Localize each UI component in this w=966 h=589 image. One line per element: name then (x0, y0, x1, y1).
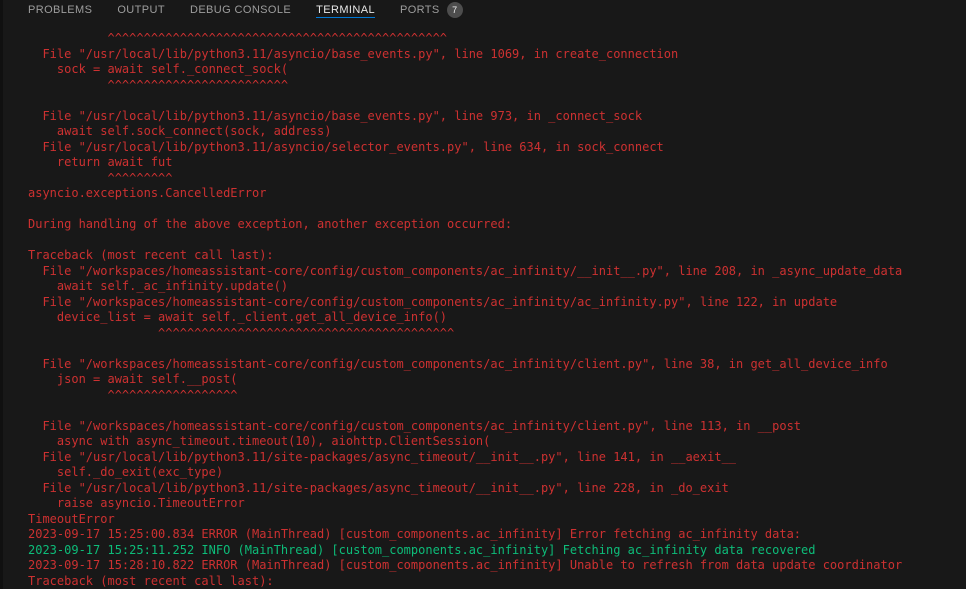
terminal-line: During handling of the above exception, … (28, 217, 513, 231)
panel-tab-label: TERMINAL (316, 3, 375, 16)
terminal-line: File "/usr/local/lib/python3.11/site-pac… (28, 449, 737, 464)
panel-tab-bar: PROBLEMS OUTPUT DEBUG CONSOLE TERMINAL PORTS… (0, 0, 966, 18)
terminal-line: File "/workspaces/homeassistant-core/con… (28, 263, 903, 278)
terminal-line: ^^^^^^^^^^^^^^^^^^ (28, 387, 238, 402)
panel-tab-terminal[interactable]: TERMINAL (316, 0, 375, 18)
terminal-line: ^^^^^^^^^^^^^^^^^^^^^^^^^ (28, 77, 289, 92)
panel-tab-label: PORTS (399, 3, 440, 16)
terminal-line: async with async_timeout.timeout(10), ai… (28, 434, 491, 448)
panel-tab-debug-console[interactable]: DEBUG CONSOLE (190, 0, 291, 18)
panel-tab-label: PROBLEMS (28, 3, 93, 16)
panel-left-edge (0, 0, 3, 589)
terminal-line: 2023-09-17 15:25:11.252 INFO (MainThread… (28, 542, 816, 557)
panel-tab-problems[interactable]: PROBLEMS (28, 0, 92, 18)
terminal-line: Traceback (most recent call last): (28, 573, 274, 588)
bottom-panel: PROBLEMS OUTPUT DEBUG CONSOLE TERMINAL PORTS… (0, 0, 966, 589)
terminal-line: asyncio.exceptions.CancelledError (28, 186, 267, 200)
terminal-line: json = await self.__post( (28, 372, 238, 386)
panel-tab-label: DEBUG CONSOLE (189, 3, 292, 16)
terminal-line: device_list = await self._client.get_all… (28, 310, 448, 324)
terminal-line: File "/workspaces/homeassistant-core/con… (28, 418, 802, 433)
ports-count-badge: 7 (446, 1, 463, 18)
panel-tab-label: OUTPUT (117, 3, 165, 16)
terminal-line: File "/workspaces/homeassistant-core/con… (28, 294, 838, 309)
terminal-line: raise asyncio.TimeoutError (28, 496, 245, 510)
panel-tab-output[interactable]: OUTPUT (117, 0, 165, 18)
terminal-line: ^^^^^^^^^^^^^^^^^^^^^^^^^^^^^^^^^^^^^^^^… (28, 325, 455, 340)
terminal-line: ^^^^^^^^^ (28, 170, 173, 185)
terminal-line: await self._ac_infinity.update() (28, 279, 289, 293)
terminal-line: File "/usr/local/lib/python3.11/asyncio/… (28, 108, 643, 123)
terminal-line: self._do_exit(exc_type) (28, 465, 224, 479)
terminal-line: 2023-09-17 15:28:10.822 ERROR (MainThrea… (28, 558, 903, 572)
terminal-line: sock = await self._connect_sock( (28, 62, 289, 76)
terminal-line: 2023-09-17 15:25:00.834 ERROR (MainThrea… (28, 527, 802, 541)
terminal-line: Traceback (most recent call last): (28, 248, 274, 262)
terminal-line: File "/usr/local/lib/python3.11/site-pac… (28, 480, 729, 495)
terminal-line: TimeoutError (28, 511, 115, 526)
terminal-line: await self.sock_connect(sock, address) (28, 124, 332, 138)
terminal-line: File "/usr/local/lib/python3.11/asyncio/… (28, 139, 664, 154)
terminal-line: ^^^^^^^^^^^^^^^^^^^^^^^^^^^^^^^^^^^^^^^^… (28, 31, 448, 45)
terminal-output[interactable]: ^^^^^^^^^^^^^^^^^^^^^^^^^^^^^^^^^^^^^^^^… (0, 18, 966, 589)
terminal-line: File "/workspaces/homeassistant-core/con… (28, 356, 888, 371)
terminal-line: return await fut (28, 155, 173, 169)
terminal-line: File "/usr/local/lib/python3.11/asyncio/… (28, 46, 679, 61)
panel-tab-ports[interactable]: PORTS 7 (400, 0, 463, 18)
